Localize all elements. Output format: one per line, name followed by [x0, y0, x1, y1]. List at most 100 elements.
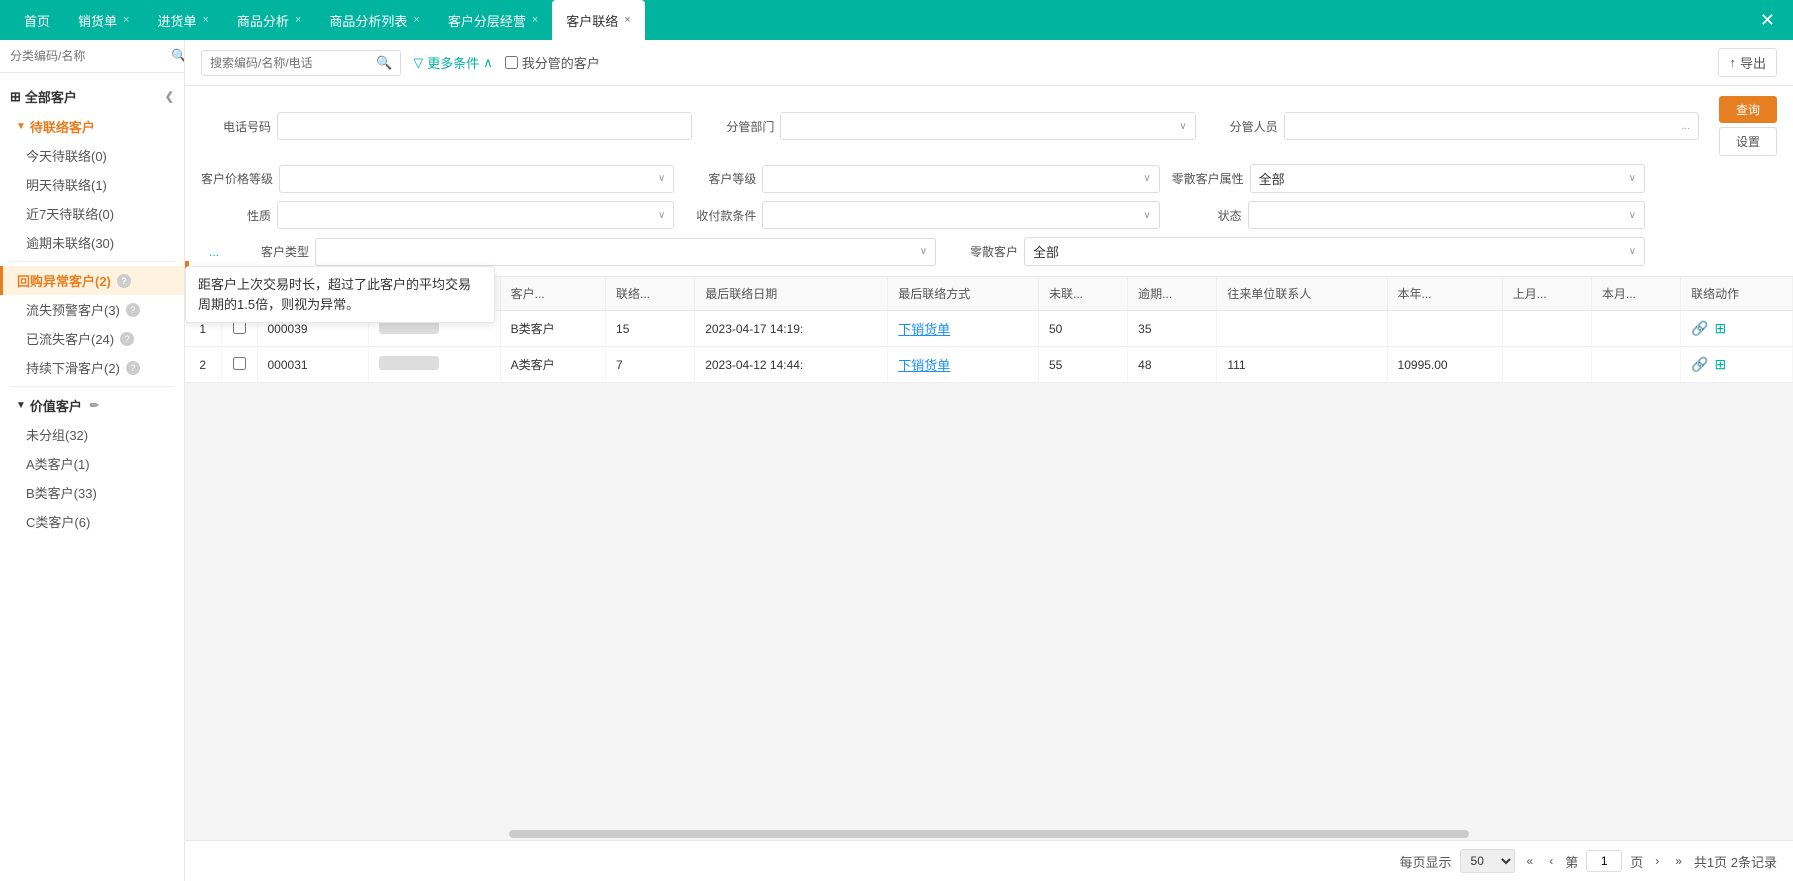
sidebar-value-customers-title[interactable]: ▼ 价值客户 ✏: [0, 391, 184, 420]
sidebar-item-ungrouped[interactable]: 未分组(32): [0, 420, 184, 449]
per-page-select[interactable]: 50 100 200: [1460, 849, 1515, 873]
sidebar-item-repurchase-anomaly[interactable]: 回购异常客户(2) ?: [0, 266, 184, 295]
grid-icon: ⊞: [10, 89, 21, 105]
table-area: ⚙ 客户编码 客户名称 客户... 联络... 最后联络日期 最后联络方式 未联…: [185, 277, 1793, 881]
filter-row-2: 客户价格等级 ∨ 客户等级 ∨ 零散客户属性 全部: [201, 164, 1777, 193]
customer-type-select[interactable]: ∨: [315, 238, 936, 266]
sidebar-waiting-title[interactable]: ▼ 待联络客户: [0, 112, 184, 141]
sidebar-item-tomorrow[interactable]: 明天待联络(1): [0, 170, 184, 199]
filter-dept: 分管部门 ∨: [704, 112, 1195, 140]
row2-no: 2: [185, 347, 221, 383]
sidebar-item-class-b[interactable]: B类客户(33): [0, 478, 184, 507]
col-unlinked-days: 未联...: [1038, 277, 1127, 311]
row2-contact: 7: [606, 347, 695, 383]
main-search-icon[interactable]: 🔍: [376, 55, 392, 71]
payment-arrow-icon: ∨: [1143, 210, 1150, 221]
person-select[interactable]: ...: [1284, 112, 1699, 140]
sidebar-all-customers[interactable]: ⊞ 全部客户 ❮: [0, 81, 184, 112]
close-product-analysis-icon[interactable]: ×: [295, 14, 301, 26]
my-customers-filter[interactable]: 我分管的客户: [505, 53, 600, 72]
customer-level-select[interactable]: ∨: [762, 165, 1159, 193]
sidebar-item-churned[interactable]: 已流失客户(24) ?: [0, 324, 184, 353]
row2-name-blurred: [379, 356, 439, 370]
row1-contact: 15: [606, 311, 695, 347]
gender-arrow-icon: ∨: [658, 210, 665, 221]
row2-grid-icon[interactable]: ⊞: [1715, 356, 1727, 373]
setting-button[interactable]: 设置: [1719, 127, 1777, 156]
churned-help-icon[interactable]: ?: [120, 332, 134, 346]
price-level-select[interactable]: ∨: [279, 165, 674, 193]
nav-customer-tiering[interactable]: 客户分层经营 ×: [434, 0, 552, 40]
nav-home[interactable]: 首页: [10, 0, 64, 40]
sidebar-item-churn-warning[interactable]: 流失预警客户(3) ?: [0, 295, 184, 324]
col-contact-count: 联络...: [606, 277, 695, 311]
last-page-button[interactable]: »: [1671, 852, 1686, 870]
row1-grid-icon[interactable]: ⊞: [1715, 320, 1727, 337]
row1-link-icon[interactable]: 🔗: [1691, 320, 1708, 337]
nav-product-analysis[interactable]: 商品分析 ×: [223, 0, 315, 40]
close-tiering-icon[interactable]: ×: [532, 14, 538, 26]
nav-customer-contact[interactable]: 客户联络 ×: [552, 0, 644, 40]
customer-level-arrow-icon: ∨: [1143, 173, 1150, 184]
filter-bar: 🔍 ▽ 更多条件 ∧ 我分管的客户 ↑ 导出: [185, 40, 1793, 86]
nav-sales-order[interactable]: 销货单 ×: [64, 0, 143, 40]
close-sales-order-icon[interactable]: ×: [123, 14, 129, 26]
close-purchase-order-icon[interactable]: ×: [202, 14, 208, 26]
row1-overdue: 35: [1128, 311, 1217, 347]
sidebar-item-7days[interactable]: 近7天待联络(0): [0, 199, 184, 228]
row1-this-month: [1591, 311, 1680, 347]
sidebar-item-overdue[interactable]: 逾期未联络(30): [0, 228, 184, 257]
phone-input[interactable]: [277, 112, 692, 140]
row2-checkbox[interactable]: [221, 347, 257, 383]
export-button[interactable]: ↑ 导出: [1718, 48, 1777, 77]
sidebar-divider-2: [10, 386, 174, 387]
row1-last-way[interactable]: 下销货单: [888, 311, 1039, 347]
payment-select[interactable]: ∨: [762, 201, 1159, 229]
first-page-button[interactable]: «: [1523, 852, 1538, 870]
tooltip-box: 距客户上次交易时长，超过了此客户的平均交易周期的1.5倍，则视为异常。: [185, 266, 495, 323]
sidebar-search-input[interactable]: [10, 49, 165, 63]
close-product-list-icon[interactable]: ×: [413, 14, 419, 26]
row2-this-month: [1591, 347, 1680, 383]
query-button[interactable]: 查询: [1719, 96, 1777, 123]
nav-purchase-order[interactable]: 进货单 ×: [143, 0, 222, 40]
close-all-button[interactable]: ✕: [1752, 10, 1783, 31]
scrollbar-thumb[interactable]: [509, 830, 1469, 838]
sidebar-item-class-a[interactable]: A类客户(1): [0, 449, 184, 478]
repurchase-anomaly-help-icon[interactable]: ?: [117, 274, 131, 288]
churn-warning-help-icon[interactable]: ?: [126, 303, 140, 317]
sidebar-item-declining[interactable]: 持续下滑客户(2) ?: [0, 353, 184, 382]
declining-help-icon[interactable]: ?: [126, 361, 140, 375]
nav-product-analysis-list[interactable]: 商品分析列表 ×: [315, 0, 433, 40]
my-customers-checkbox[interactable]: [505, 56, 518, 69]
sidebar-divider-1: [10, 261, 174, 262]
prev-page-button[interactable]: ‹: [1545, 852, 1557, 870]
sidebar-collapse-icon[interactable]: ❮: [165, 90, 174, 103]
col-year-amount: 本年...: [1387, 277, 1502, 311]
main-search-input[interactable]: [210, 56, 370, 70]
filter-person: 分管人员 ...: [1208, 112, 1699, 140]
more-conditions-button[interactable]: ▽ 更多条件 ∧: [413, 53, 493, 72]
row2-unit-contact: 111: [1217, 347, 1387, 383]
page-number-input[interactable]: [1586, 850, 1622, 872]
horizontal-scrollbar[interactable]: [185, 828, 1793, 840]
col-overdue: 逾期...: [1128, 277, 1217, 311]
edit-icon[interactable]: ✏: [90, 399, 99, 412]
retail-customer-select[interactable]: 全部 ∨: [1024, 237, 1645, 266]
close-contact-icon[interactable]: ×: [624, 14, 630, 26]
more-dots-button[interactable]: ...: [201, 245, 227, 259]
sidebar-item-class-c[interactable]: C类客户(6): [0, 507, 184, 536]
filter-row-3: 性质 ∨ 收付款条件 ∨ 状态: [201, 201, 1777, 229]
next-page-button[interactable]: ›: [1651, 852, 1663, 870]
status-select[interactable]: ∨: [1248, 201, 1645, 229]
sidebar-item-today[interactable]: 今天待联络(0): [0, 141, 184, 170]
row2-last-way[interactable]: 下销货单: [888, 347, 1039, 383]
row2-link-icon[interactable]: 🔗: [1691, 356, 1708, 373]
table-scroll-container[interactable]: ⚙ 客户编码 客户名称 客户... 联络... 最后联络日期 最后联络方式 未联…: [185, 277, 1793, 828]
retail-attr-select[interactable]: 全部 ∨: [1250, 164, 1645, 193]
export-icon: ↑: [1729, 55, 1736, 70]
gender-select[interactable]: ∨: [277, 201, 674, 229]
dept-select[interactable]: ∨: [780, 112, 1195, 140]
sidebar-search-icon[interactable]: 🔍: [171, 48, 185, 64]
customer-type-arrow-icon: ∨: [920, 246, 927, 257]
